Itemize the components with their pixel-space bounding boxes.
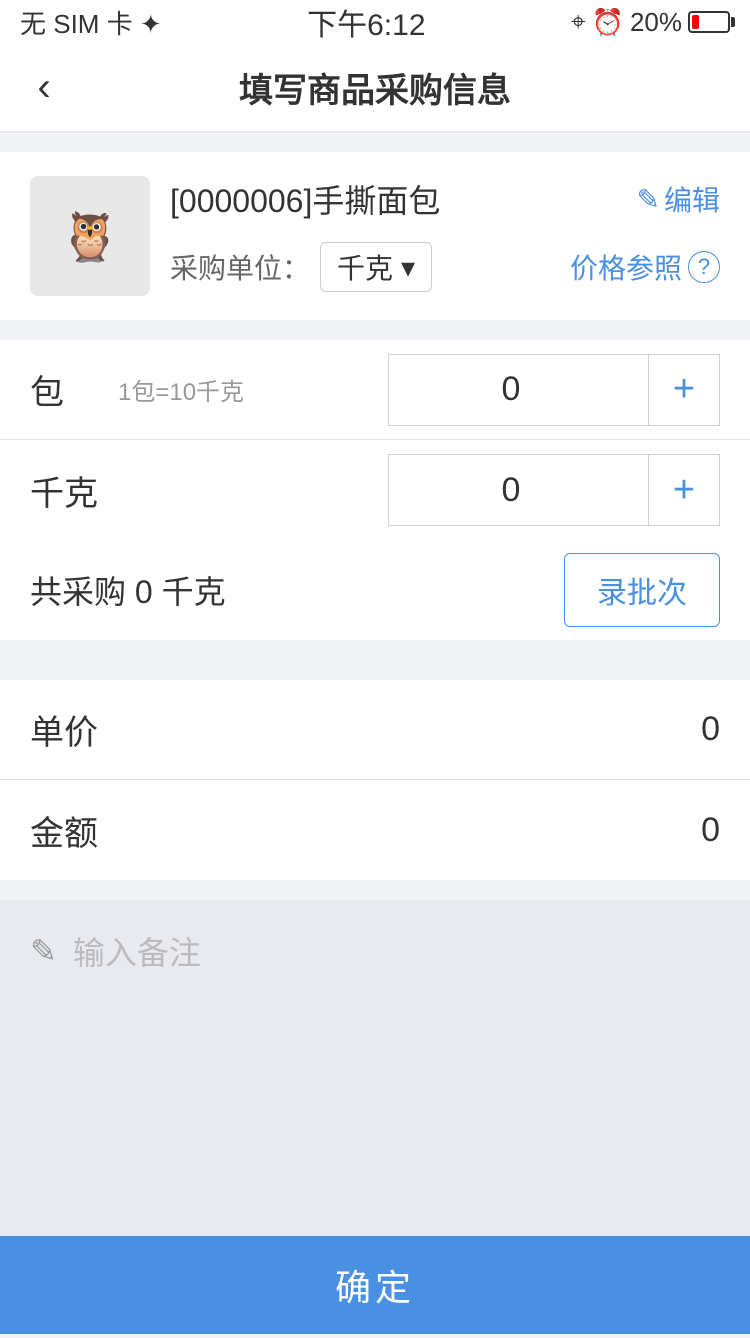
status-bar-left: 无 SIM 卡 ✦: [20, 4, 162, 41]
unit-price-value: 0: [701, 710, 720, 749]
bag-plus-button[interactable]: +: [648, 354, 720, 426]
bag-label: 包: [30, 365, 110, 414]
alarm-icon: ⏰: [592, 7, 624, 38]
purchase-unit-label: 采购单位：: [170, 247, 310, 287]
back-button[interactable]: ‹: [0, 44, 88, 132]
status-bar-time: 下午6:12: [307, 0, 425, 44]
info-section: 单价 0 金额 0: [0, 680, 750, 880]
record-batch-button[interactable]: 录批次: [564, 553, 720, 627]
divider-1: [0, 320, 750, 340]
product-logo: 🦉: [60, 208, 120, 265]
amount-value: 0: [701, 811, 720, 850]
location-icon: ⌖: [571, 6, 586, 38]
status-bar: 无 SIM 卡 ✦ 下午6:12 ⌖ ⏰ 20%: [0, 0, 750, 44]
battery-percent: 20%: [630, 7, 682, 38]
kg-label: 千克: [30, 466, 110, 515]
product-card: 🦉 [0000006]手撕面包 ✎ 编辑 采购单位： 千克 ▾: [0, 152, 750, 320]
status-bar-right: ⌖ ⏰ 20%: [571, 6, 730, 38]
product-image: 🦉: [30, 176, 150, 296]
sim-status: 无 SIM 卡 ✦: [20, 4, 162, 41]
input-section: 包 1包=10千克 + 千克 +: [0, 340, 750, 540]
kg-input-row: 千克 +: [0, 440, 750, 540]
kg-plus-button[interactable]: +: [648, 454, 720, 526]
product-name: [0000006]手撕面包: [170, 176, 440, 222]
product-name-row: [0000006]手撕面包 ✎ 编辑: [170, 176, 720, 222]
edit-icon: ✎: [637, 183, 660, 216]
unit-price-label: 单价: [30, 705, 98, 754]
edit-label: 编辑: [664, 179, 720, 219]
dropdown-arrow-icon: ▾: [401, 251, 415, 284]
note-placeholder: 输入备注: [73, 928, 201, 974]
nav-bar: ‹ 填写商品采购信息: [0, 44, 750, 132]
bag-number-input[interactable]: [388, 354, 648, 426]
price-ref-button[interactable]: 价格参照 ?: [570, 247, 720, 287]
bag-input-row: 包 1包=10千克 +: [0, 340, 750, 440]
amount-label: 金额: [30, 806, 98, 855]
confirm-button[interactable]: 确定: [0, 1236, 750, 1334]
pencil-icon: ✎: [30, 932, 57, 970]
total-row: 共采购 0 千克 录批次: [0, 540, 750, 640]
total-text: 共采购 0 千克: [30, 567, 226, 613]
bag-input-right: +: [388, 354, 720, 426]
unit-value: 千克: [337, 247, 393, 287]
edit-link[interactable]: ✎ 编辑: [637, 179, 720, 219]
battery-icon: [688, 11, 730, 33]
amount-row: 金额 0: [0, 780, 750, 880]
note-section[interactable]: ✎ 输入备注: [0, 900, 750, 1240]
kg-number-input[interactable]: [388, 454, 648, 526]
bag-sublabel: 1包=10千克: [118, 372, 244, 407]
kg-input-right: +: [388, 454, 720, 526]
page-title: 填写商品采购信息: [239, 63, 511, 112]
product-info: [0000006]手撕面包 ✎ 编辑 采购单位： 千克 ▾ 价格参照 ?: [170, 176, 720, 292]
unit-price-row: 单价 0: [0, 680, 750, 780]
price-ref-label: 价格参照: [570, 247, 682, 287]
unit-dropdown[interactable]: 千克 ▾: [320, 242, 432, 292]
question-icon: ?: [688, 251, 720, 283]
divider-2: [0, 640, 750, 660]
purchase-unit-row: 采购单位： 千克 ▾ 价格参照 ?: [170, 242, 720, 292]
